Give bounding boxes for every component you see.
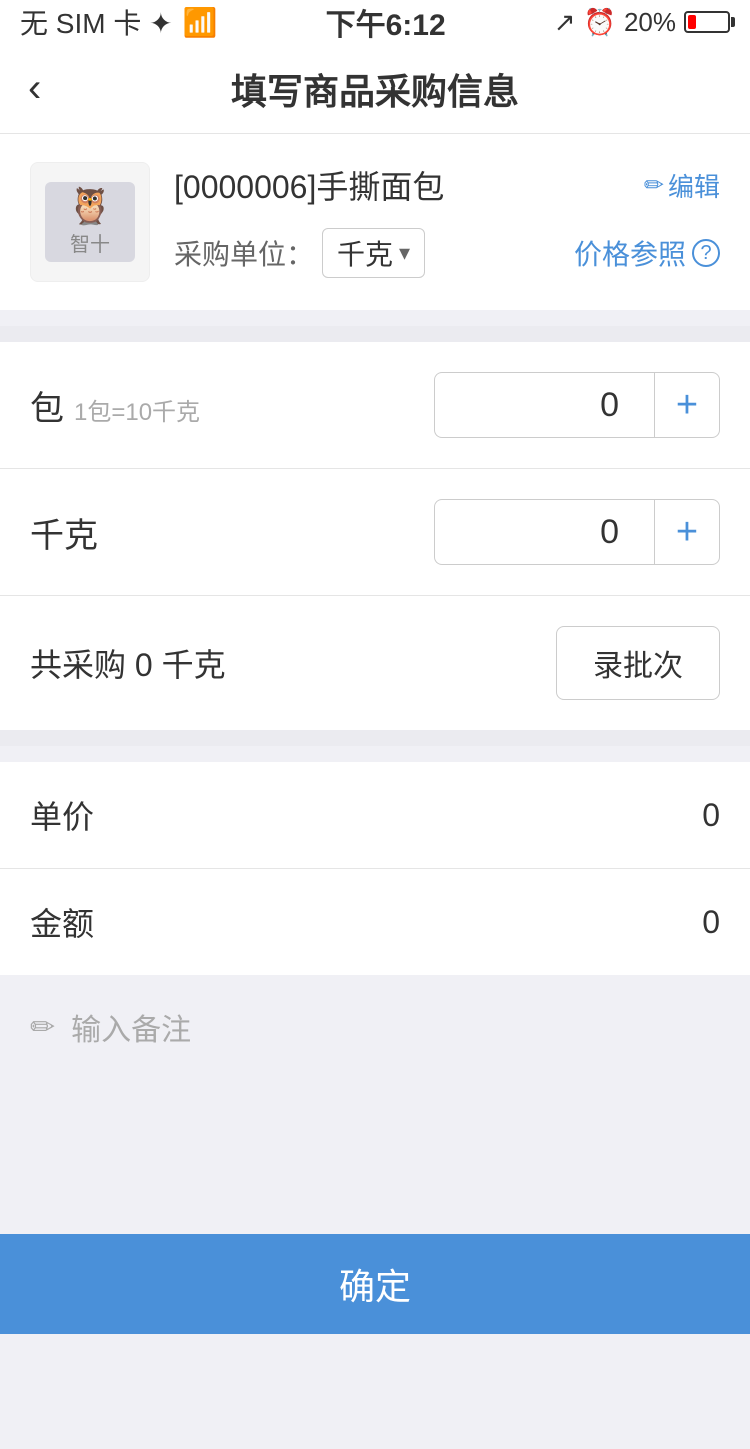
amount-value: 0 — [702, 904, 720, 941]
package-sub-label: 1包=10千克 — [74, 399, 200, 426]
price-reference-button[interactable]: 价格参照 ? — [574, 233, 720, 273]
divider-2 — [0, 730, 750, 746]
divider-1 — [0, 326, 750, 342]
purchase-unit-label: 采购单位： — [174, 233, 314, 273]
record-batch-button[interactable]: 录批次 — [556, 626, 720, 700]
edit-label: 编辑 — [668, 167, 720, 204]
unit-price-label: 单价 — [30, 792, 94, 838]
status-right: ↗ ⏰ 20% — [554, 7, 730, 38]
nav-bar: ‹ 填写商品采购信息 — [0, 44, 750, 134]
product-card: 🦉 智十 [0000006]手撕面包 ✏ 编辑 采购单位： 千克 ▾ 价格参照 … — [0, 134, 750, 310]
edit-icon: ✏ — [644, 171, 664, 200]
confirm-label: 确定 — [339, 1258, 411, 1310]
kilogram-label: 千克 — [30, 508, 98, 557]
package-input-row: 包1包=10千克 + — [0, 342, 750, 469]
purchase-unit-row: 采购单位： 千克 ▾ 价格参照 ? — [174, 228, 720, 278]
back-button[interactable]: ‹ — [28, 66, 41, 111]
unit-price-row: 单价 0 — [0, 762, 750, 869]
battery-percent: 20% — [624, 7, 676, 38]
product-full-name: [0000006]手撕面包 — [174, 162, 444, 208]
product-info: [0000006]手撕面包 ✏ 编辑 采购单位： 千克 ▾ 价格参照 ? — [174, 162, 720, 278]
status-time: 下午6:12 — [326, 0, 446, 44]
unit-value: 千克 — [337, 233, 393, 273]
kilogram-plus-button[interactable]: + — [654, 499, 720, 565]
battery-icon — [684, 11, 730, 33]
amount-row: 金额 0 — [0, 869, 750, 975]
total-label: 共采购 0 千克 — [30, 640, 226, 686]
unit-price-value: 0 — [702, 797, 720, 834]
unit-select[interactable]: 千克 ▾ — [322, 228, 425, 278]
package-label: 包1包=10千克 — [30, 381, 200, 430]
sim-status: 无 SIM 卡 ✦ — [20, 2, 173, 42]
product-name-row: [0000006]手撕面包 ✏ 编辑 — [174, 162, 720, 208]
alarm-icon: ⏰ — [584, 7, 616, 38]
location-icon: ↗ — [554, 7, 576, 38]
battery-fill — [688, 15, 696, 29]
unit-dropdown-arrow-icon: ▾ — [399, 240, 410, 266]
price-ref-label: 价格参照 — [574, 233, 686, 273]
status-left: 无 SIM 卡 ✦ 📶 — [20, 2, 217, 42]
kilogram-input-row: 千克 + — [0, 469, 750, 596]
product-thumbnail: 🦉 智十 — [45, 182, 135, 262]
wifi-icon: 📶 — [183, 6, 218, 39]
package-input-right: + — [434, 372, 720, 438]
price-amount-section: 单价 0 金额 0 — [0, 762, 750, 975]
pencil-icon: ✏ — [30, 1010, 55, 1045]
package-quantity-input[interactable] — [434, 372, 654, 438]
notes-placeholder: 输入备注 — [71, 1005, 191, 1049]
package-input-section: 包1包=10千克 + 千克 + — [0, 342, 750, 596]
edit-button[interactable]: ✏ 编辑 — [644, 167, 720, 204]
product-image: 🦉 智十 — [30, 162, 150, 282]
total-row: 共采购 0 千克 录批次 — [0, 596, 750, 730]
amount-label: 金额 — [30, 899, 94, 945]
kilogram-input-right: + — [434, 499, 720, 565]
status-bar: 无 SIM 卡 ✦ 📶 下午6:12 ↗ ⏰ 20% — [0, 0, 750, 44]
help-circle-icon: ? — [692, 239, 720, 267]
brand-text: 智十 — [70, 228, 110, 257]
package-plus-button[interactable]: + — [654, 372, 720, 438]
owl-icon: 🦉 — [68, 188, 113, 224]
confirm-button[interactable]: 确定 — [0, 1234, 750, 1334]
total-unit: 千克 — [162, 647, 226, 683]
total-value: 0 — [135, 647, 153, 683]
page-title: 填写商品采购信息 — [231, 63, 519, 115]
kilogram-quantity-input[interactable] — [434, 499, 654, 565]
notes-section[interactable]: ✏ 输入备注 — [0, 975, 750, 1079]
